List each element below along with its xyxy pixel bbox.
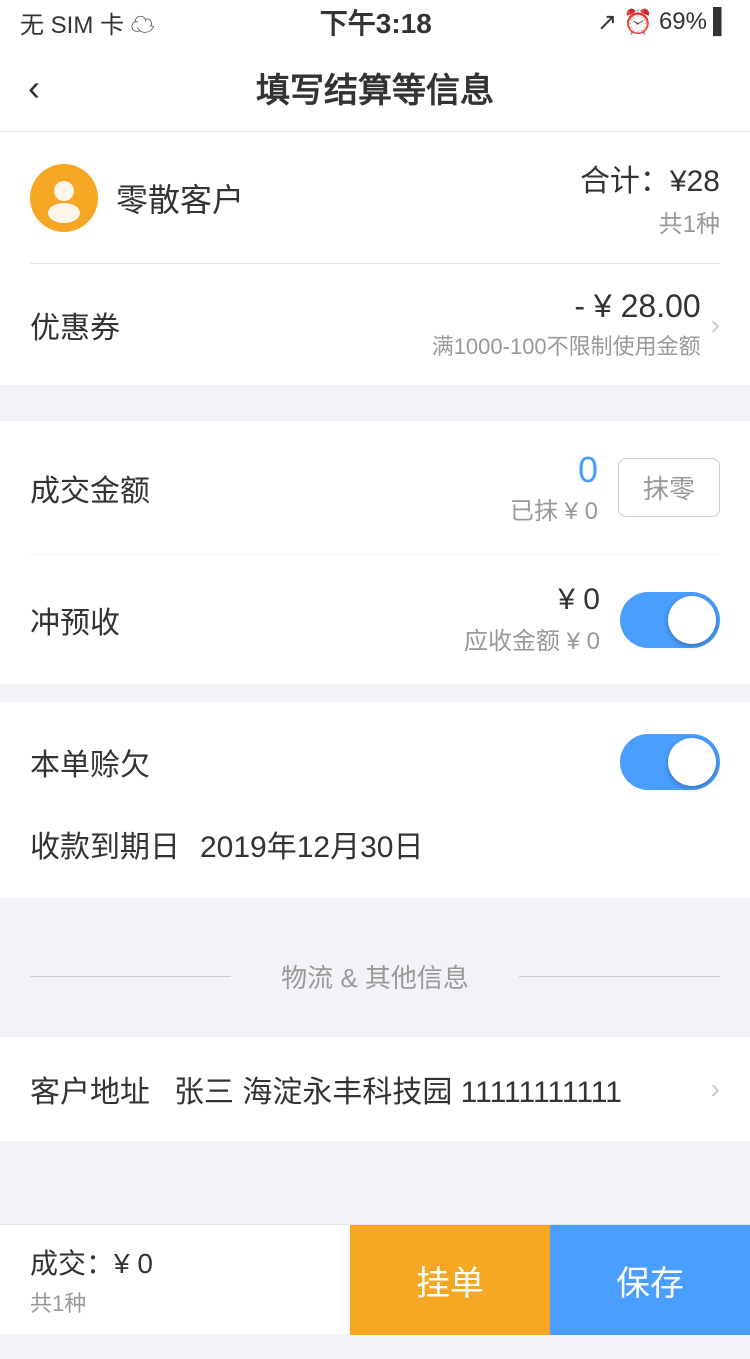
bottom-count: 共1种 [30,1286,320,1318]
prepay-toggle[interactable] [620,592,720,648]
already-deducted: 已抹 ¥ 0 [510,491,598,526]
prepay-row: 冲预收 ¥ 0 应收金额 ¥ 0 [30,555,720,684]
coupon-discount: - ¥ 28.00 [432,288,701,325]
pending-button[interactable]: 挂单 [350,1225,550,1335]
toggle-knob [668,596,716,644]
status-bar: 无 SIM 卡 ☁ 下午3:18 ↗ ⏰ 69% ▌ [0,0,750,44]
gray-separator-5 [0,1141,750,1159]
prepay-main: ¥ 0 [464,583,600,617]
coupon-label: 优惠券 [30,303,120,347]
avatar-icon [30,164,98,232]
transaction-value[interactable]: 0 [510,449,598,491]
bottom-bar: 成交：¥ 0 共1种 挂单 保存 [0,1224,750,1334]
back-button[interactable]: ‹ [28,67,40,109]
battery-icon: ▌ [713,8,730,36]
customer-right: 合计：¥28 共1种 [580,156,720,239]
coupon-desc: 满1000-100不限制使用金额 [432,329,701,361]
status-right: ↗ ⏰ 69% ▌ [597,8,730,37]
customer-left: 零散客户 [30,164,244,232]
debt-label: 本单赊欠 [30,740,150,784]
address-value: 张三 海淀永丰科技园 11111111111 [174,1067,687,1111]
save-button[interactable]: 保存 [550,1225,750,1335]
total-amount: 合计：¥28 [580,156,720,200]
coupon-info: - ¥ 28.00 满1000-100不限制使用金额 [432,288,701,361]
address-row[interactable]: 客户地址 张三 海淀永丰科技园 11111111111 › [0,1037,750,1141]
gray-separator-4 [0,1019,750,1037]
deal-label: 成交： [30,1248,114,1279]
transaction-row: 成交金额 0 已抹 ¥ 0 抹零 [30,421,720,555]
prepay-right: ¥ 0 应收金额 ¥ 0 [464,583,720,656]
sim-status: 无 SIM 卡 ☁ [20,5,155,40]
nav-bar: ‹ 填写结算等信息 [0,44,750,132]
prepay-label: 冲预收 [30,598,170,642]
debt-date-row[interactable]: 收款到期日 2019年12月30日 [0,822,750,898]
logistics-section: 物流 & 其他信息 [0,934,750,1019]
debt-date-label: 收款到期日 [30,822,180,866]
prepay-sub: 应收金额 ¥ 0 [464,621,600,656]
debt-toggle-knob [668,738,716,786]
status-left: 无 SIM 卡 ☁ [20,5,155,40]
bottom-summary: 成交：¥ 0 共1种 [0,1225,350,1334]
logistics-title: 物流 & 其他信息 [281,958,469,995]
sep-line-left [30,976,231,977]
logistics-sep-inner: 物流 & 其他信息 [0,958,750,995]
gray-separator-2 [0,684,750,702]
debt-section: 本单赊欠 收款到期日 2019年12月30日 [0,702,750,898]
battery-level: 69% [659,8,707,36]
page-title: 填写结算等信息 [256,63,494,112]
transaction-right: 0 已抹 ¥ 0 抹零 [510,449,720,526]
avatar [30,164,98,232]
transaction-label: 成交金额 [30,466,170,510]
bottom-deal: 成交：¥ 0 [30,1242,320,1282]
address-label: 客户地址 [30,1067,150,1111]
gray-separator-1 [0,403,750,421]
status-time: 下午3:18 [320,2,432,42]
prepay-values: ¥ 0 应收金额 ¥ 0 [464,583,600,656]
debt-row: 本单赊欠 [0,702,750,822]
gray-separator-3 [0,916,750,934]
round-zero-button[interactable]: 抹零 [618,458,720,517]
alarm-icon: ⏰ [623,8,653,37]
customer-section: 零散客户 合计：¥28 共1种 优惠券 - ¥ 28.00 满1000-100不… [0,132,750,385]
customer-row: 零散客户 合计：¥28 共1种 [0,132,750,263]
coupon-right: - ¥ 28.00 满1000-100不限制使用金额 › [432,288,720,361]
address-chevron-icon: › [711,1073,720,1105]
sep-line-right [519,976,720,977]
debt-toggle[interactable] [620,734,720,790]
transaction-section: 成交金额 0 已抹 ¥ 0 抹零 冲预收 ¥ 0 应收金额 ¥ 0 [0,421,750,684]
chevron-right-icon: › [711,309,720,341]
deal-amount: ¥ 0 [114,1248,153,1279]
location-icon: ↗ [597,8,617,37]
total-count: 共1种 [580,204,720,239]
coupon-row[interactable]: 优惠券 - ¥ 28.00 满1000-100不限制使用金额 › [0,264,750,385]
customer-name: 零散客户 [116,175,244,221]
debt-date-value: 2019年12月30日 [200,822,423,866]
